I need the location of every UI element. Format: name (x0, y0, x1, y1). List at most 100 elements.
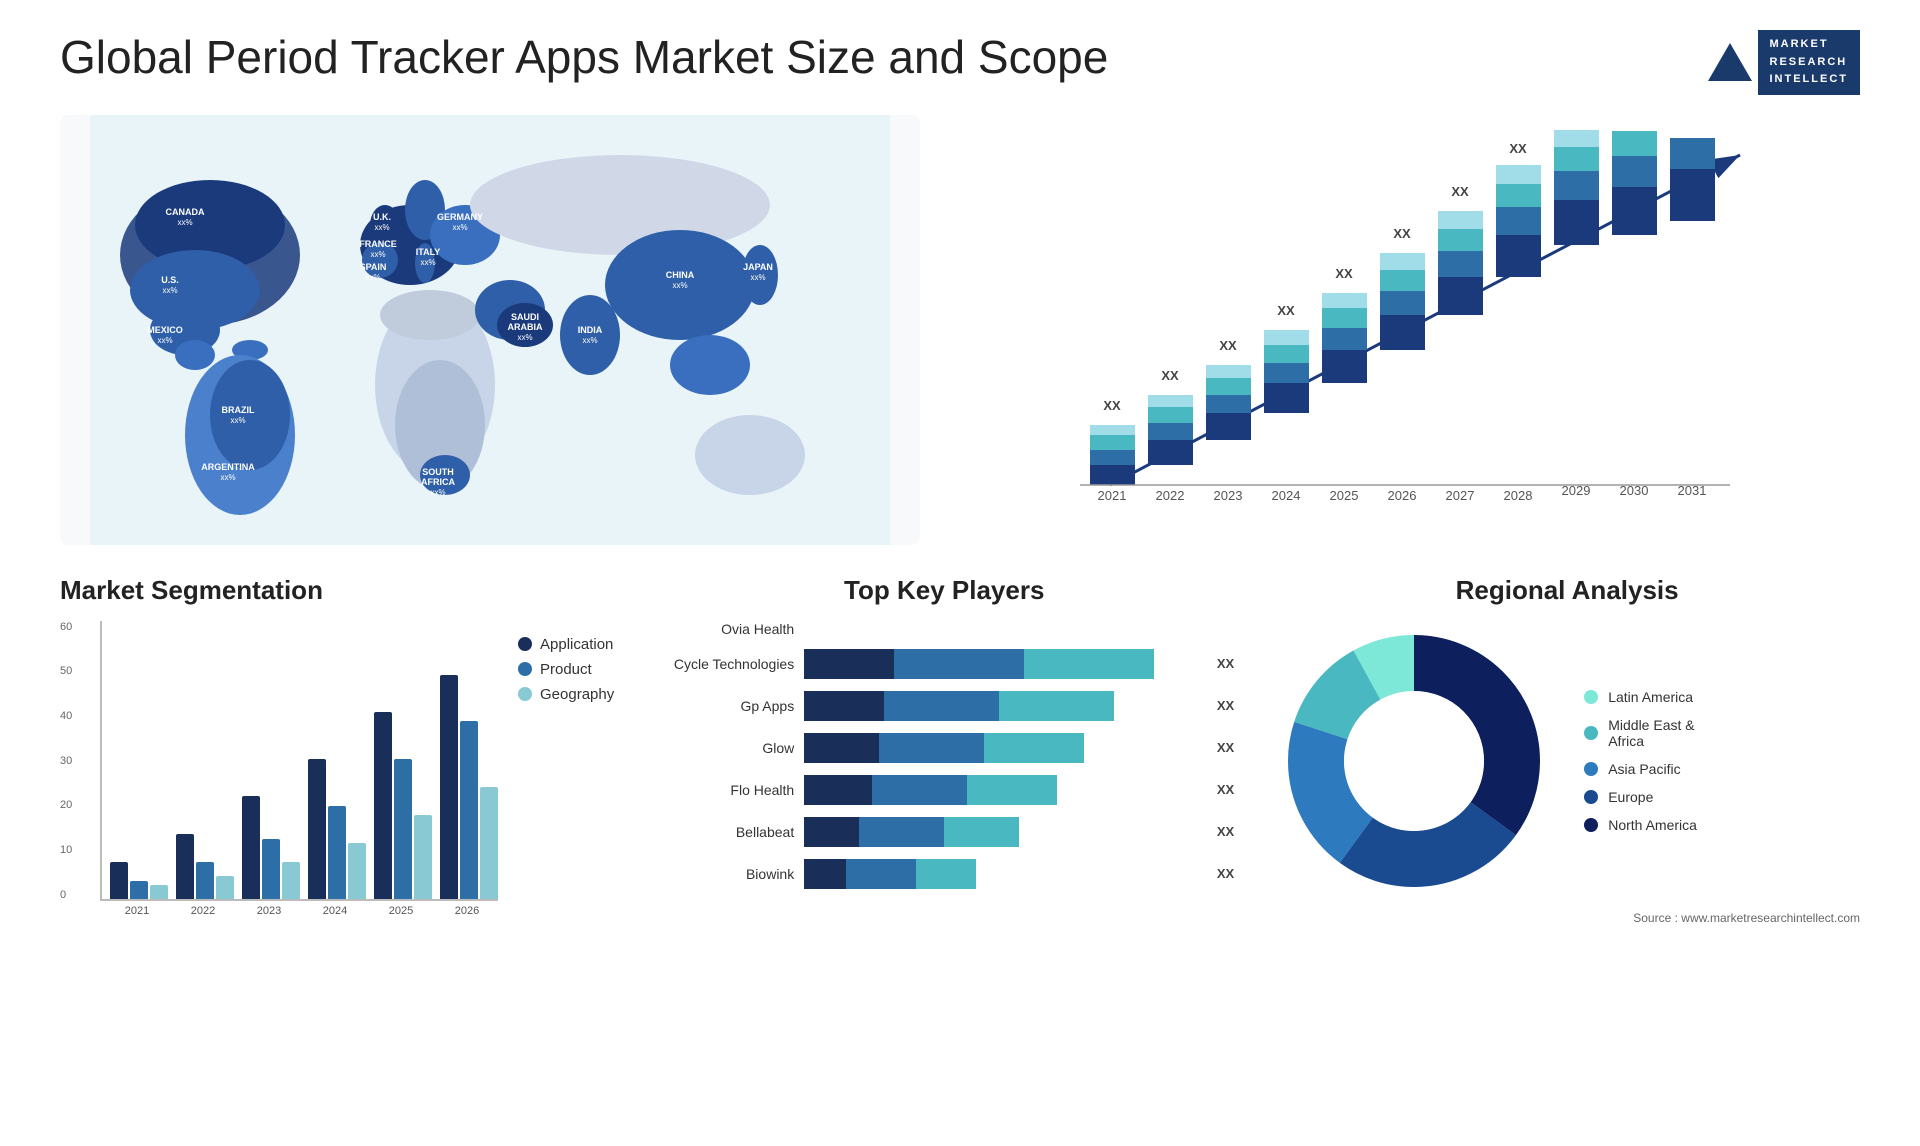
legend-europe: Europe (1584, 789, 1697, 805)
svg-text:xx%: xx% (220, 473, 235, 482)
seg-bar-product (130, 881, 148, 899)
bottom-section: Market Segmentation 60 50 40 30 20 10 0 (60, 575, 1860, 995)
svg-text:xx%: xx% (582, 336, 597, 345)
regional-section: Regional Analysis (1274, 575, 1860, 995)
seg-xlabel-2022: 2022 (174, 905, 232, 917)
player-name: Flo Health (654, 782, 794, 798)
svg-text:SAUDI: SAUDI (511, 312, 539, 322)
legend-product: Product (518, 661, 614, 678)
bar-seg1 (804, 733, 879, 763)
segmentation-legend: Application Product Geography (518, 636, 614, 703)
svg-text:SPAIN: SPAIN (360, 262, 387, 272)
bar-seg2 (872, 775, 967, 805)
legend-geography: Geography (518, 686, 614, 703)
page-container: Global Period Tracker Apps Market Size a… (0, 0, 1920, 1146)
player-bar (804, 817, 1199, 847)
bar-seg3 (944, 817, 1019, 847)
source-text: Source : www.marketresearchintellect.com (1274, 911, 1860, 925)
bar-seg1 (804, 859, 846, 889)
seg-group-2026 (440, 675, 498, 899)
svg-text:xx%: xx% (750, 273, 765, 282)
player-name: Bellabeat (654, 824, 794, 840)
bar-chart-svg: XX 2021 XX 2022 XX 2023 (980, 125, 1840, 545)
regional-legend: Latin America Middle East &Africa Asia P… (1584, 689, 1697, 833)
svg-text:xx%: xx% (370, 250, 385, 259)
bar-seg1 (804, 649, 894, 679)
player-bar (804, 733, 1199, 763)
svg-text:XX: XX (1219, 338, 1237, 353)
seg-bar-product (394, 759, 412, 899)
seg-bar-geo (216, 876, 234, 899)
player-biowink: Biowink XX (654, 859, 1234, 889)
svg-text:2026: 2026 (1388, 488, 1417, 503)
legend-dot-geography (518, 687, 532, 701)
seg-bar-app (308, 759, 326, 899)
regional-title: Regional Analysis (1274, 575, 1860, 606)
seg-group-2021 (110, 862, 168, 899)
seg-bar-geo (414, 815, 432, 899)
player-name: Gp Apps (654, 698, 794, 714)
player-name: Biowink (654, 866, 794, 882)
svg-text:XX: XX (1509, 141, 1527, 156)
player-gp-apps: Gp Apps XX (654, 691, 1234, 721)
player-bar (804, 691, 1199, 721)
svg-text:FRANCE: FRANCE (359, 239, 397, 249)
player-value: XX (1217, 740, 1234, 755)
svg-text:XX: XX (1335, 266, 1353, 281)
player-ovia-health: Ovia Health (654, 621, 1234, 637)
legend-dot-asia-pacific (1584, 762, 1598, 776)
svg-text:CHINA: CHINA (666, 270, 695, 280)
bar-seg1 (804, 775, 872, 805)
svg-text:xx%: xx% (162, 286, 177, 295)
svg-text:MEXICO: MEXICO (147, 325, 183, 335)
seg-bar-app (110, 862, 128, 899)
player-value: XX (1217, 698, 1234, 713)
seg-bar-app (242, 796, 260, 899)
player-value: XX (1217, 782, 1234, 797)
top-section: CANADA xx% U.S. xx% MEXICO xx% BRAZIL xx… (60, 115, 1860, 545)
bar-seg3 (999, 691, 1114, 721)
donut-svg (1274, 621, 1554, 901)
svg-text:xx%: xx% (374, 223, 389, 232)
legend-dot-europe (1584, 790, 1598, 804)
legend-label-europe: Europe (1608, 789, 1653, 805)
player-bar (804, 775, 1199, 805)
seg-bar-app (440, 675, 458, 899)
seg-xlabel-2021: 2021 (108, 905, 166, 917)
seg-bar-geo (348, 843, 366, 899)
svg-text:ARABIA: ARABIA (508, 322, 543, 332)
bar-seg3 (1024, 649, 1154, 679)
svg-text:xx%: xx% (672, 281, 687, 290)
svg-text:AFRICA: AFRICA (421, 477, 455, 487)
legend-label-me-africa: Middle East &Africa (1608, 717, 1694, 749)
bar-seg2 (884, 691, 999, 721)
svg-text:xx%: xx% (177, 218, 192, 227)
donut-chart (1274, 621, 1554, 901)
seg-group-2022 (176, 834, 234, 899)
svg-text:2021: 2021 (1098, 488, 1127, 503)
segmentation-bars (100, 621, 498, 901)
seg-bar-geo (150, 885, 168, 899)
svg-text:U.K.: U.K. (373, 212, 391, 222)
seg-group-2025 (374, 712, 432, 899)
player-cycle-technologies: Cycle Technologies XX (654, 649, 1234, 679)
world-map-svg: CANADA xx% U.S. xx% MEXICO xx% BRAZIL xx… (60, 115, 920, 545)
seg-group-2024 (308, 759, 366, 899)
legend-dot-me-africa (1584, 726, 1598, 740)
bar-seg3 (984, 733, 1084, 763)
svg-text:2025: 2025 (1330, 488, 1359, 503)
bar-chart-container: XX 2021 XX 2022 XX 2023 (960, 115, 1860, 545)
svg-text:2022: 2022 (1156, 488, 1185, 503)
logo-text: MARKETRESEARCHINTELLECT (1758, 30, 1861, 95)
seg-bar-product (328, 806, 346, 899)
legend-dot-product (518, 662, 532, 676)
svg-text:ARGENTINA: ARGENTINA (201, 462, 255, 472)
seg-xlabel-2025: 2025 (372, 905, 430, 917)
svg-text:U.S.: U.S. (161, 275, 179, 285)
bar-seg2 (859, 817, 944, 847)
svg-text:BRAZIL: BRAZIL (222, 405, 255, 415)
seg-group-2023 (242, 796, 300, 899)
legend-middle-east-africa: Middle East &Africa (1584, 717, 1697, 749)
legend-label-latin-america: Latin America (1608, 689, 1693, 705)
svg-text:xx%: xx% (517, 333, 532, 342)
